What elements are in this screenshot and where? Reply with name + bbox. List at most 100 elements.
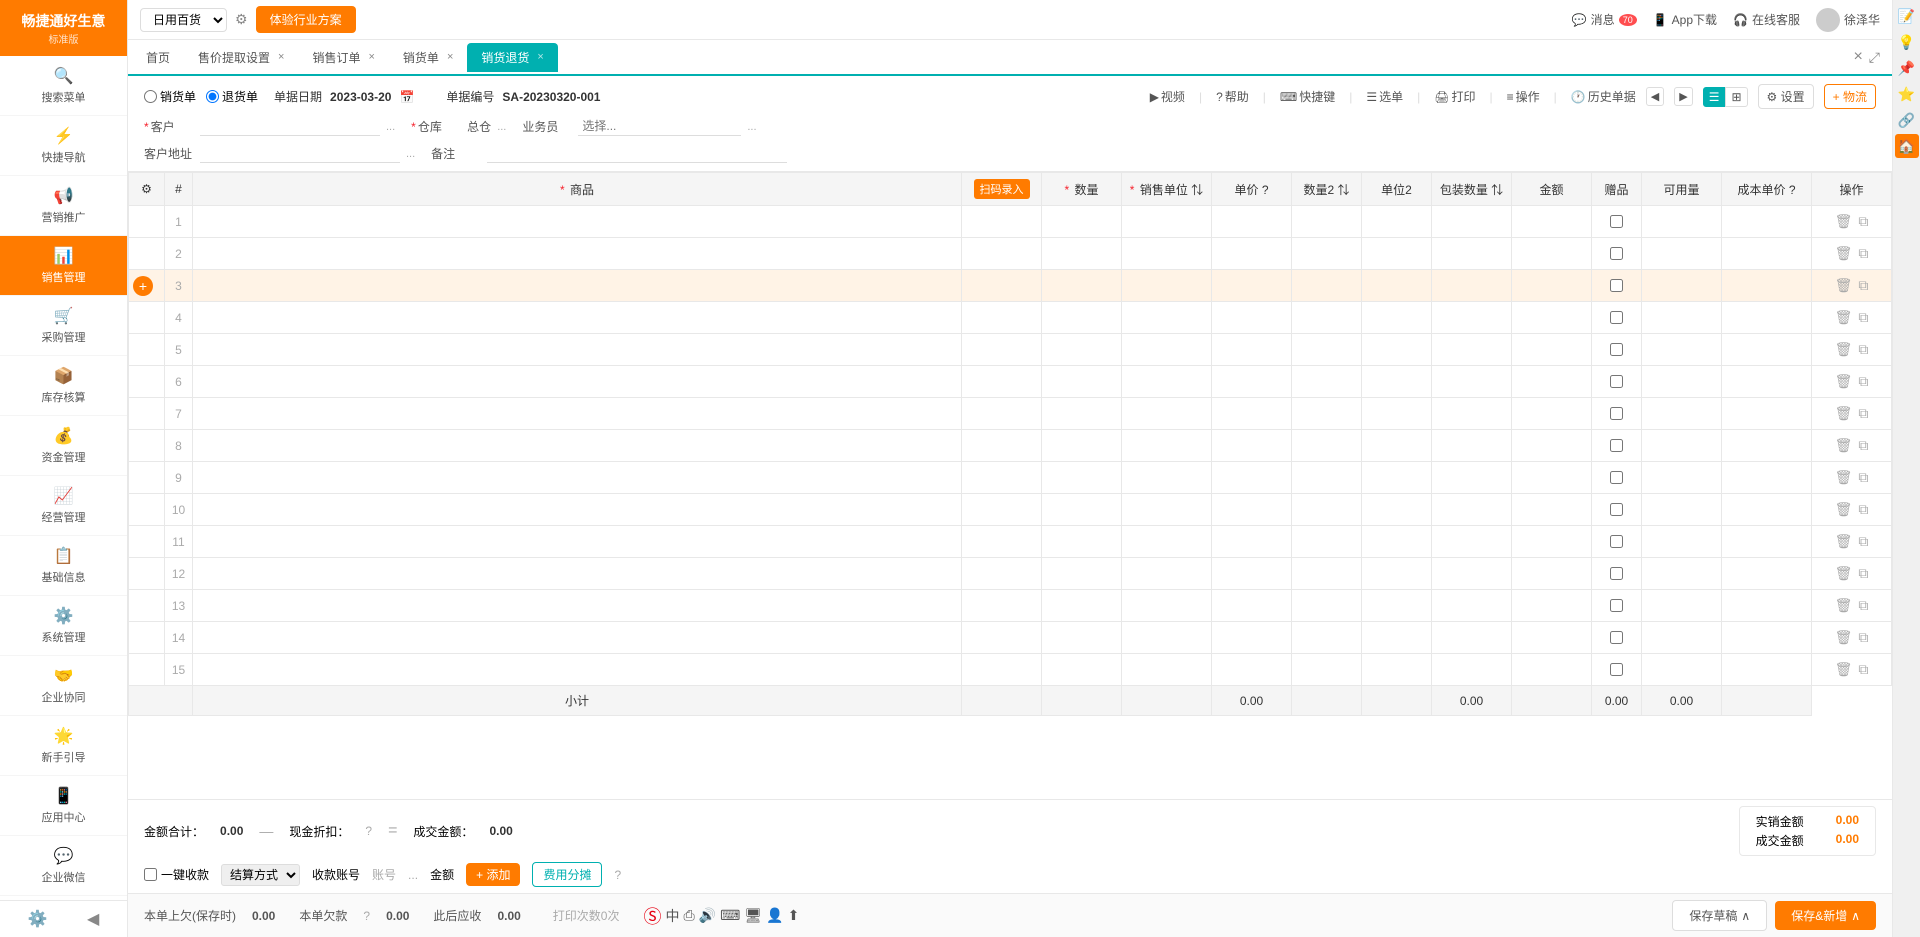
row-gift[interactable] <box>1592 558 1642 590</box>
row-qty2[interactable] <box>1292 302 1362 334</box>
row-unit2[interactable] <box>1362 494 1432 526</box>
col-scan[interactable]: 扫码录入 <box>962 173 1042 206</box>
row-price[interactable] <box>1212 494 1292 526</box>
row-gift[interactable] <box>1592 654 1642 686</box>
tab-close-sale-order[interactable]: × <box>368 51 374 63</box>
sidebar-item-enterprise-wechat[interactable]: 💬 企业微信 <box>0 836 127 896</box>
row-product[interactable] <box>193 590 962 622</box>
row-amount[interactable] <box>1512 558 1592 590</box>
row-price[interactable] <box>1212 270 1292 302</box>
product-input[interactable] <box>197 663 957 677</box>
row-gift[interactable] <box>1592 238 1642 270</box>
radio-sale-delivery[interactable]: 销货单 <box>144 88 196 105</box>
delete-row-icon[interactable]: 🗑 <box>1835 565 1853 582</box>
row-pkg-qty[interactable] <box>1432 270 1512 302</box>
row-unit2[interactable] <box>1362 526 1432 558</box>
copy-row-icon[interactable]: ⧉ <box>1858 373 1868 390</box>
gift-checkbox[interactable] <box>1610 663 1623 676</box>
gift-checkbox[interactable] <box>1610 599 1623 612</box>
sidebar-item-app-center[interactable]: 📱 应用中心 <box>0 776 127 836</box>
right-panel-bulb-icon[interactable]: 💡 <box>1895 30 1919 54</box>
row-qty2[interactable] <box>1292 494 1362 526</box>
delete-row-icon[interactable]: 🗑 <box>1835 437 1853 454</box>
online-service-item[interactable]: 🎧 在线客服 <box>1733 11 1800 28</box>
tab-home[interactable]: 首页 <box>132 43 184 72</box>
row-pkg-qty[interactable] <box>1432 462 1512 494</box>
sidebar-item-sales-mgmt[interactable]: 📊 销售管理 <box>0 236 127 296</box>
operate-btn[interactable]: ≡ 操作 <box>1507 88 1540 105</box>
row-gift[interactable] <box>1592 462 1642 494</box>
add-btn[interactable]: + 添加 <box>466 863 520 886</box>
row-qty2[interactable] <box>1292 334 1362 366</box>
row-pkg-qty[interactable] <box>1432 238 1512 270</box>
copy-row-icon[interactable]: ⧉ <box>1858 501 1868 518</box>
row-unit[interactable] <box>1122 526 1212 558</box>
row-amount[interactable] <box>1512 654 1592 686</box>
row-unit2[interactable] <box>1362 334 1432 366</box>
sidebar-item-basic-info[interactable]: 📋 基础信息 <box>0 536 127 596</box>
row-amount[interactable] <box>1512 494 1592 526</box>
app-download-item[interactable]: 📱 App下载 <box>1653 11 1717 28</box>
settings-button[interactable]: ⚙ 设置 <box>1758 84 1814 109</box>
copy-row-icon[interactable]: ⧉ <box>1858 277 1868 294</box>
row-amount[interactable] <box>1512 526 1592 558</box>
row-price[interactable] <box>1212 590 1292 622</box>
row-amount[interactable] <box>1512 430 1592 462</box>
row-unit[interactable] <box>1122 366 1212 398</box>
gift-checkbox[interactable] <box>1610 215 1623 228</box>
copy-row-icon[interactable]: ⧉ <box>1858 597 1868 614</box>
gift-checkbox[interactable] <box>1610 535 1623 548</box>
product-input[interactable] <box>197 375 957 389</box>
settings-gear-icon[interactable]: ⚙ <box>235 11 248 28</box>
row-pkg-qty[interactable] <box>1432 654 1512 686</box>
row-qty[interactable] <box>1042 494 1122 526</box>
row-product[interactable] <box>193 398 962 430</box>
sidebar-settings-icon[interactable]: ⚙️ <box>28 909 48 929</box>
row-qty2[interactable] <box>1292 270 1362 302</box>
row-qty2[interactable] <box>1292 462 1362 494</box>
row-qty[interactable] <box>1042 238 1122 270</box>
right-panel-star-icon[interactable]: ⭐ <box>1895 82 1919 106</box>
row-pkg-qty[interactable] <box>1432 558 1512 590</box>
row-amount[interactable] <box>1512 366 1592 398</box>
row-qty2[interactable] <box>1292 398 1362 430</box>
row-gift[interactable] <box>1592 526 1642 558</box>
view-card-btn[interactable]: ⊞ <box>1725 87 1747 107</box>
row-qty2[interactable] <box>1292 558 1362 590</box>
row-product[interactable] <box>193 238 962 270</box>
row-amount[interactable] <box>1512 206 1592 238</box>
select-order-btn[interactable]: ☰ 选单 <box>1366 88 1403 105</box>
row-unit2[interactable] <box>1362 270 1432 302</box>
row-price[interactable] <box>1212 302 1292 334</box>
row-product[interactable] <box>193 302 962 334</box>
gift-checkbox[interactable] <box>1610 567 1623 580</box>
tab-sale-price[interactable]: 售价提取设置 × <box>184 43 298 72</box>
row-unit2[interactable] <box>1362 206 1432 238</box>
delete-row-icon[interactable]: 🗑 <box>1835 469 1853 486</box>
row-unit[interactable] <box>1122 622 1212 654</box>
right-panel-link-icon[interactable]: 🔗 <box>1895 108 1919 132</box>
copy-row-icon[interactable]: ⧉ <box>1858 213 1868 230</box>
row-pkg-qty[interactable] <box>1432 398 1512 430</box>
copy-row-icon[interactable]: ⧉ <box>1858 309 1868 326</box>
row-amount[interactable] <box>1512 462 1592 494</box>
row-pkg-qty[interactable] <box>1432 366 1512 398</box>
gift-checkbox[interactable] <box>1610 631 1623 644</box>
row-qty2[interactable] <box>1292 366 1362 398</box>
experience-plan-button[interactable]: 体验行业方案 <box>256 6 356 33</box>
row-product[interactable] <box>193 366 962 398</box>
row-unit[interactable] <box>1122 398 1212 430</box>
save-new-button[interactable]: 保存&新增 ∧ <box>1775 901 1876 930</box>
row-pkg-qty[interactable] <box>1432 622 1512 654</box>
row-product[interactable] <box>193 334 962 366</box>
sidebar-item-enterprise[interactable]: 🤝 企业协同 <box>0 656 127 716</box>
help-btn[interactable]: ? 帮助 <box>1216 88 1249 105</box>
row-qty[interactable] <box>1042 206 1122 238</box>
product-input[interactable] <box>197 567 957 581</box>
row-unit[interactable] <box>1122 462 1212 494</box>
row-amount[interactable] <box>1512 270 1592 302</box>
sidebar-item-finance[interactable]: 💰 资金管理 <box>0 416 127 476</box>
row-pkg-qty[interactable] <box>1432 590 1512 622</box>
row-qty[interactable] <box>1042 462 1122 494</box>
row-unit[interactable] <box>1122 238 1212 270</box>
